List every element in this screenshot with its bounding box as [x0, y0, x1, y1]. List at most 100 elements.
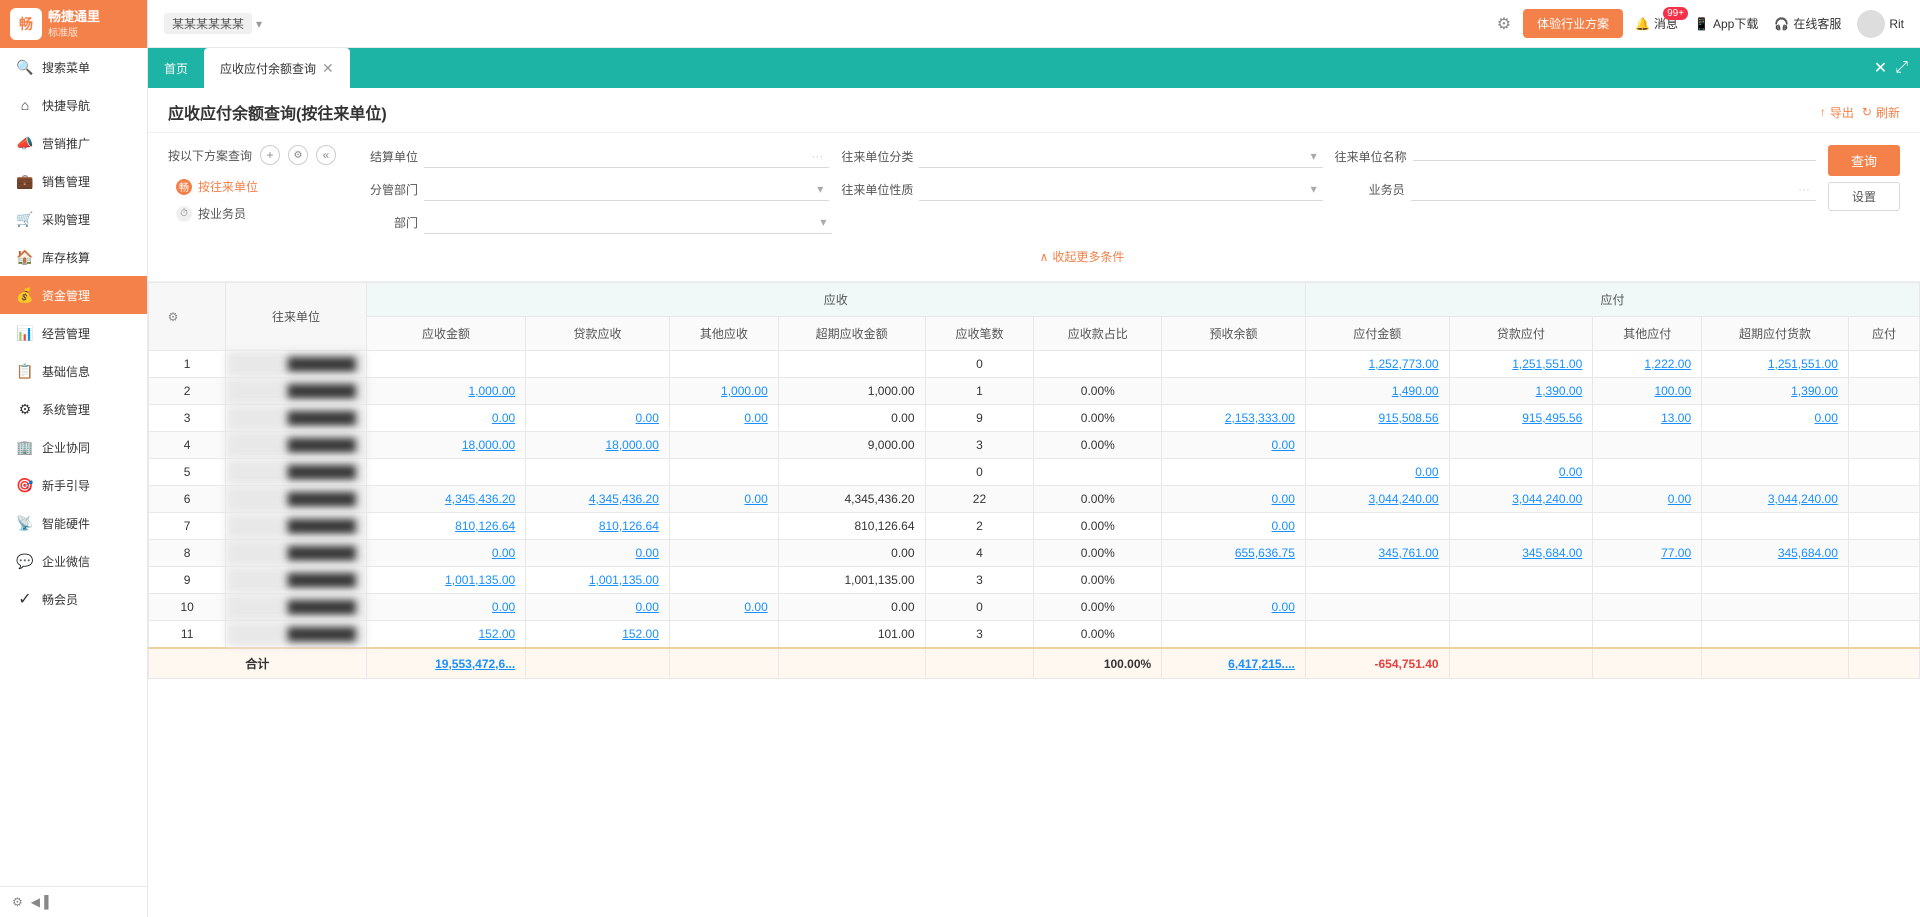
promo-button[interactable]: 体验行业方案: [1523, 9, 1623, 38]
th-ap-extra: 应付: [1848, 317, 1919, 351]
main-area: 某某某某某某 ▾ ⚙ 体验行业方案 🔔 消息 99+ 📱 App下载 🎧 在线客…: [148, 0, 1920, 917]
topbar-gear-icon[interactable]: ⚙: [1497, 14, 1511, 34]
table-row: 10████████0.000.000.000.0000.00%0.00: [149, 594, 1920, 621]
scheme-icon-salesman: ⏱: [176, 206, 192, 222]
add-scheme-button[interactable]: +: [260, 145, 280, 165]
filter-right: 结算单位 ··· 往来单位分类: [348, 145, 1900, 269]
avatar: [1857, 10, 1885, 38]
dots-icon2: ···: [1798, 182, 1810, 196]
scheme-label-partner: 按往来单位: [198, 178, 258, 195]
filter-input-salesman[interactable]: ···: [1411, 178, 1816, 201]
tab-ar-ap[interactable]: 应收应付余额查询 ✕: [204, 48, 350, 88]
breadcrumb-separator: ▾: [256, 17, 262, 31]
filter-field-partner-nature: 往来单位性质 ▾: [841, 178, 1322, 201]
sidebar-item-system[interactable]: ⚙ 系统管理: [0, 390, 147, 428]
sidebar-item-search[interactable]: 🔍 搜索菜单: [0, 48, 147, 86]
tab-close-icon[interactable]: ✕: [322, 60, 334, 77]
table-row: 1████████01,252,773.001,251,551.001,222.…: [149, 351, 1920, 378]
page-inner: 应收应付余额查询(按往来单位) ↑ 导出 ↻ 刷新: [148, 88, 1920, 917]
sidebar-item-member[interactable]: ✓ 畅会员: [0, 580, 147, 618]
hardware-icon: 📡: [16, 514, 34, 532]
filter-label-dept-mgr: 分管部门: [348, 181, 418, 198]
total-ar-amount[interactable]: 19,553,472,6...: [366, 648, 525, 679]
sidebar-item-label: 搜索菜单: [42, 59, 90, 76]
refresh-button[interactable]: ↻ 刷新: [1862, 104, 1900, 121]
sidebar-item-mgmt[interactable]: 📊 经营管理: [0, 314, 147, 352]
table-row: 3████████0.000.000.000.0090.00%2,153,333…: [149, 405, 1920, 432]
collapse-scheme-button[interactable]: «: [316, 145, 336, 165]
logo-title: 畅捷通里: [48, 9, 100, 25]
table-container[interactable]: ⚙ 往来单位 应收 应付 应收金额 贷款应收 其他应收 超期应收金额: [148, 282, 1920, 679]
filter-input-partner-name[interactable]: [1413, 152, 1816, 161]
sidebar-item-label: 采购管理: [42, 211, 90, 228]
logo-version: 标准版: [48, 24, 100, 39]
filter-field-partner-type: 往来单位分类 ▾: [841, 145, 1322, 168]
filter-field-partner-name: 往来单位名称: [1335, 148, 1816, 165]
filter-input-partner-type[interactable]: ▾: [919, 145, 1322, 168]
filter-row-1: 结算单位 ··· 往来单位分类: [348, 145, 1816, 168]
export-button[interactable]: ↑ 导出: [1820, 104, 1854, 121]
filter-row-2: 分管部门 ▾ 往来单位性质: [348, 178, 1816, 201]
th-ar-count: 应收笔数: [925, 317, 1034, 351]
service-icon: 🎧: [1774, 17, 1789, 31]
scheme-by-partner[interactable]: 畅 按往来单位: [168, 175, 338, 198]
partner-name-cell: ████████: [226, 459, 366, 486]
online-service-link[interactable]: 🎧 在线客服: [1774, 15, 1841, 32]
notifications-button[interactable]: 🔔 消息 99+: [1635, 15, 1678, 32]
sidebar-item-nav[interactable]: ⌂ 快捷导航: [0, 86, 147, 124]
page-content: 应收应付余额查询(按往来单位) ↑ 导出 ↻ 刷新: [148, 88, 1920, 917]
corp-icon: 🏢: [16, 438, 34, 456]
sidebar-item-finance[interactable]: 💰 资金管理: [0, 276, 147, 314]
app-download-link[interactable]: 📱 App下载: [1694, 15, 1758, 32]
sidebar-item-corp[interactable]: 🏢 企业协同: [0, 428, 147, 466]
filter-input-settlement[interactable]: ···: [424, 145, 829, 168]
sidebar-logo: 畅 畅捷通里 标准版: [0, 0, 147, 48]
page-title: 应收应付余额查询(按往来单位): [168, 100, 387, 124]
table-row: 11████████152.00152.00101.0030.00%: [149, 621, 1920, 649]
sidebar-collapse-icon[interactable]: ◀▐: [31, 895, 49, 909]
partner-name-cell: ████████: [226, 540, 366, 567]
settings-button[interactable]: 设置: [1828, 182, 1900, 211]
page-actions: ↑ 导出 ↻ 刷新: [1820, 104, 1900, 121]
query-button[interactable]: 查询: [1828, 145, 1900, 176]
filter-input-dept-mgr[interactable]: ▾: [424, 178, 829, 201]
tab-close-window[interactable]: ✕: [1874, 58, 1887, 78]
sidebar-settings-icon[interactable]: ⚙: [12, 895, 23, 909]
sidebar-item-hardware[interactable]: 📡 智能硬件: [0, 504, 147, 542]
sidebar-item-guide[interactable]: 🎯 新手引导: [0, 466, 147, 504]
logo-icon: 畅: [10, 8, 42, 40]
tab-maximize[interactable]: ⤢: [1895, 59, 1908, 77]
sidebar-item-label: 畅会员: [42, 591, 78, 608]
table-settings-icon[interactable]: ⚙: [159, 303, 187, 331]
marketing-icon: 📣: [16, 134, 34, 152]
total-ar-prepay[interactable]: 6,417,215....: [1162, 648, 1306, 679]
data-table: ⚙ 往来单位 应收 应付 应收金额 贷款应收 其他应收 超期应收金额: [148, 282, 1920, 679]
edit-scheme-button[interactable]: ⚙: [288, 145, 308, 165]
scheme-label-salesman: 按业务员: [198, 205, 246, 222]
filter-input-dept[interactable]: ▾: [424, 211, 832, 234]
sidebar-item-label: 库存核算: [42, 249, 90, 266]
table-row: 4████████18,000.0018,000.009,000.0030.00…: [149, 432, 1920, 459]
sidebar-item-label: 销售管理: [42, 173, 90, 190]
filter-area: 按以下方案查询 + ⚙ « 畅 按往来单位 ⏱: [148, 133, 1920, 282]
total-ar-loan: [526, 648, 670, 679]
sidebar-item-inventory[interactable]: 🏠 库存核算: [0, 238, 147, 276]
scheme-by-salesman[interactable]: ⏱ 按业务员: [168, 202, 338, 225]
sidebar-item-purchase[interactable]: 🛒 采购管理: [0, 200, 147, 238]
user-area[interactable]: Rit: [1857, 10, 1904, 38]
sidebar-item-label: 经营管理: [42, 325, 90, 342]
filter-input-partner-nature[interactable]: ▾: [919, 178, 1322, 201]
total-ar-overdue: [778, 648, 925, 679]
sidebar-item-marketing[interactable]: 📣 营销推广: [0, 124, 147, 162]
system-icon: ⚙: [16, 400, 34, 418]
filter-field-settlement: 结算单位 ···: [348, 145, 829, 168]
table-row: 8████████0.000.000.0040.00%655,636.75345…: [149, 540, 1920, 567]
collapse-filter-button[interactable]: ∧ 收起更多条件: [348, 244, 1816, 269]
basic-icon: 📋: [16, 362, 34, 380]
th-settings[interactable]: ⚙: [149, 283, 226, 351]
sidebar-item-sales[interactable]: 💼 销售管理: [0, 162, 147, 200]
tabbar-right: ✕ ⤢: [1874, 58, 1920, 78]
sidebar-item-basic[interactable]: 📋 基础信息: [0, 352, 147, 390]
tab-home[interactable]: 首页: [148, 48, 204, 88]
sidebar-item-wechat[interactable]: 💬 企业微信: [0, 542, 147, 580]
